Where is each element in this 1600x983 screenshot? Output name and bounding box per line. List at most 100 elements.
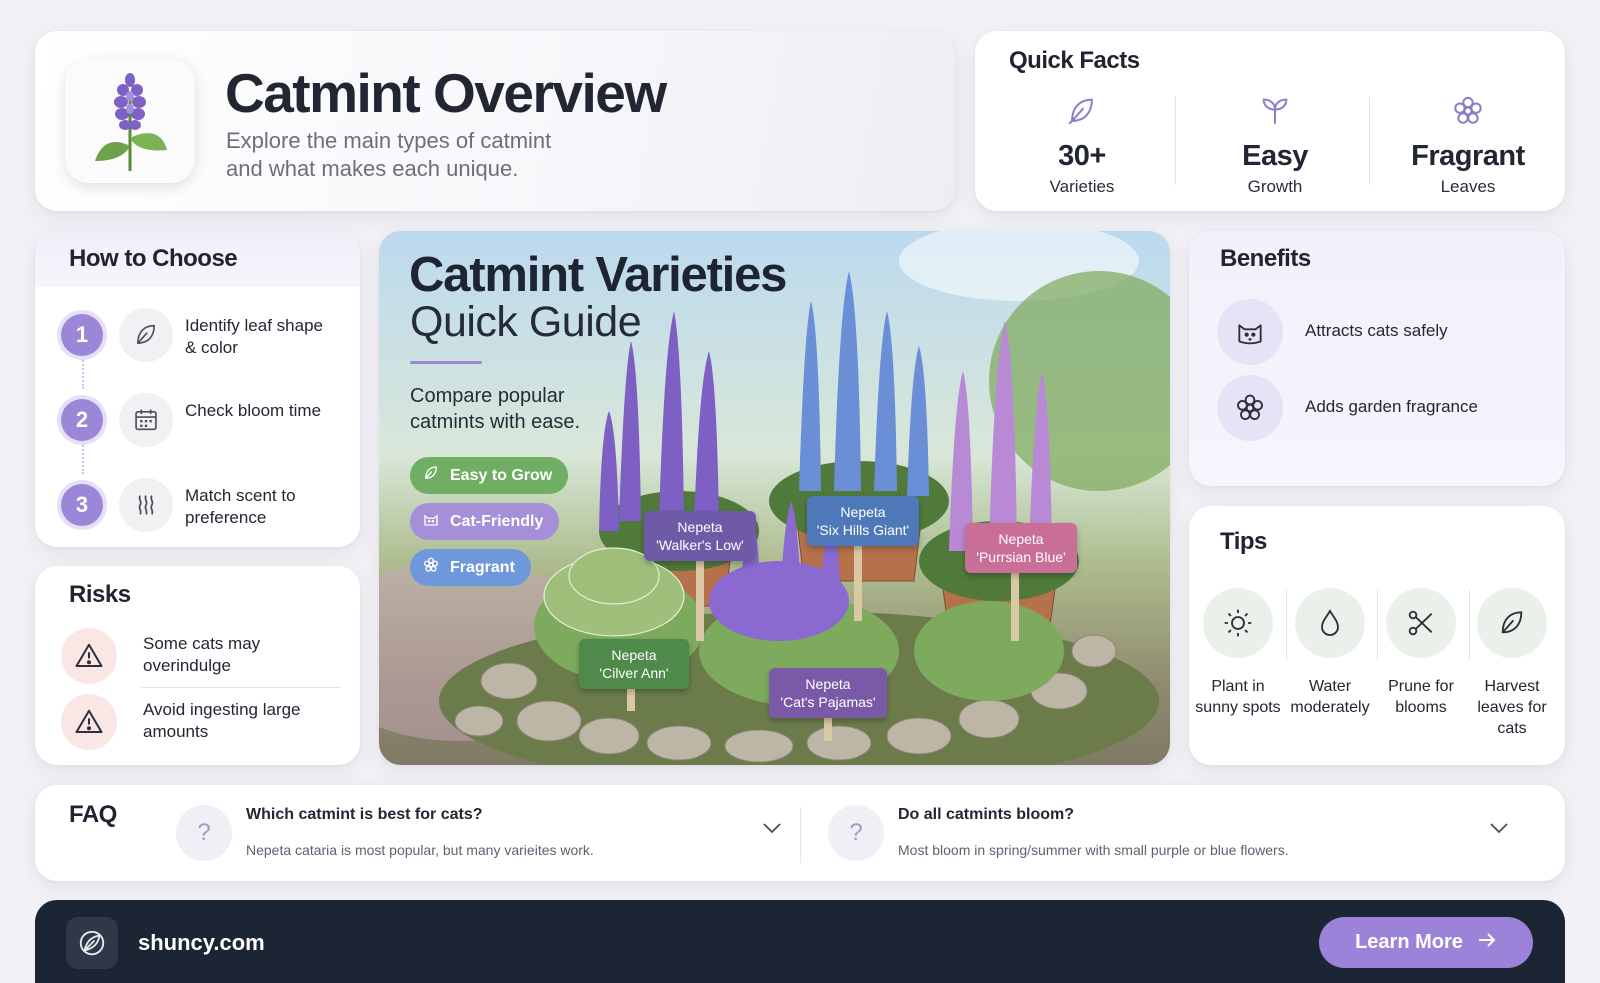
faq-card: FAQ ? Which catmint is best for cats? Ne… — [35, 785, 1565, 881]
fact-value: 30+ — [1058, 140, 1106, 172]
tips-card: Tips Plant in sunny spots Water moderate… — [1189, 506, 1565, 765]
flower-icon — [1217, 375, 1283, 441]
chevron-down-icon[interactable] — [1488, 821, 1510, 840]
faq-item[interactable]: ? Which catmint is best for cats? Nepeta… — [176, 785, 791, 881]
fact-leaves: Fragrant Leaves — [1373, 87, 1563, 197]
sprout-icon — [1180, 87, 1370, 135]
learn-more-button[interactable]: Learn More — [1319, 917, 1533, 968]
benefits-title: Benefits — [1220, 245, 1311, 272]
tip-text: Harvest leaves for cats — [1477, 678, 1547, 737]
benefit-text: Adds garden fragrance — [1305, 397, 1478, 416]
tip-item: Prune for blooms — [1375, 588, 1467, 718]
tag-line: Nepeta — [998, 531, 1044, 547]
question-icon: ? — [176, 805, 232, 861]
tag-line: 'Cat's Pajamas' — [780, 694, 876, 710]
fact-label: Varieties — [1049, 177, 1115, 196]
pill-label: Easy to Grow — [450, 466, 553, 484]
fact-value: Easy — [1242, 140, 1308, 172]
benefit-text: Attracts cats safely — [1305, 321, 1448, 340]
plant-tag-cats-pajamas: Nepeta 'Cat's Pajamas' — [769, 668, 887, 718]
fact-growth: Easy Growth — [1180, 87, 1370, 197]
tag-line: Nepeta — [611, 647, 657, 663]
site-link[interactable]: shuncy.com — [138, 930, 265, 956]
tip-item: Plant in sunny spots — [1192, 588, 1284, 718]
scent-icon — [119, 478, 173, 532]
quick-facts-card: Quick Facts 30+ Varieties Easy Growth Fr… — [975, 31, 1565, 211]
leaf-icon — [422, 464, 440, 487]
risk-text: Avoid ingesting large amounts — [143, 700, 301, 741]
hero-title: Catmint Varieties — [409, 248, 787, 302]
page-subtitle: Explore the main types of catmint and wh… — [226, 128, 552, 181]
tip-item: Water moderately — [1284, 588, 1376, 718]
leaf-icon — [987, 87, 1177, 135]
plant-tag-cilver-ann: Nepeta 'Cilver Ann' — [579, 639, 689, 689]
fact-label: Leaves — [1440, 177, 1496, 196]
tag-line: Nepeta — [805, 676, 851, 692]
divider — [800, 807, 801, 863]
faq-question: Which catmint is best for cats? — [246, 806, 483, 823]
fact-varieties: 30+ Varieties — [987, 87, 1177, 197]
pill-fragrant: Fragrant — [410, 549, 531, 586]
faq-answer: Most bloom in spring/summer with small p… — [898, 842, 1289, 858]
risks-card: Risks Some cats may overindulge Avoid in… — [35, 566, 360, 765]
sun-icon — [1203, 588, 1273, 658]
header-card: Catmint Overview Explore the main types … — [35, 31, 955, 211]
faq-item[interactable]: ? Do all catmints bloom? Most bloom in s… — [828, 785, 1538, 881]
tag-line: Nepeta — [840, 504, 886, 520]
divider — [141, 687, 341, 688]
warning-icon — [61, 694, 117, 750]
risks-title: Risks — [69, 581, 131, 608]
benefit-item: Adds garden fragrance — [1217, 375, 1547, 441]
pill-cat-friendly: Cat-Friendly — [410, 503, 560, 540]
tag-line: 'Purrsian Blue' — [976, 549, 1066, 565]
step-text: Match scent to preference — [185, 486, 296, 527]
leaf-icon — [1477, 588, 1547, 658]
fact-label: Growth — [1247, 177, 1303, 196]
fact-value: Fragrant — [1411, 140, 1525, 172]
how-to-choose-card: How to Choose 1 Identify leaf shape & co… — [35, 231, 360, 547]
catmint-flower-icon — [65, 59, 195, 183]
hero-card: Catmint Varieties Quick Guide Compare po… — [379, 231, 1170, 765]
tag-line: 'Six Hills Giant' — [816, 522, 910, 538]
tip-item: Harvest leaves for cats — [1466, 588, 1558, 739]
tip-text: Plant in sunny spots — [1195, 678, 1281, 716]
faq-answer: Nepeta cataria is most popular, but many… — [246, 842, 594, 858]
tip-text: Prune for blooms — [1388, 678, 1454, 716]
plant-tag-six-hills-giant: Nepeta 'Six Hills Giant' — [807, 496, 919, 546]
pill-label: Cat-Friendly — [450, 512, 544, 530]
accent-rule — [410, 361, 482, 364]
flower-icon — [1373, 87, 1563, 135]
question-icon: ? — [828, 805, 884, 861]
arrow-right-icon — [1477, 931, 1497, 954]
chevron-down-icon[interactable] — [761, 821, 783, 840]
how-to-choose-title: How to Choose — [69, 245, 238, 272]
water-drop-icon — [1295, 588, 1365, 658]
step-number: 2 — [61, 399, 103, 441]
faq-question: Do all catmints bloom? — [898, 806, 1075, 823]
plant-tag-walkers-low: Nepeta 'Walker's Low' — [644, 511, 756, 561]
tips-title: Tips — [1220, 528, 1267, 555]
footer: shuncy.com Learn More — [35, 900, 1565, 983]
warning-icon — [61, 628, 117, 684]
tag-line: 'Cilver Ann' — [599, 665, 669, 681]
hero-subtitle: Quick Guide — [410, 298, 642, 346]
tag-line: 'Walker's Low' — [656, 537, 744, 553]
pill-label: Fragrant — [450, 558, 515, 576]
shuncy-logo-icon — [66, 917, 118, 969]
page-title: Catmint Overview — [225, 62, 667, 124]
faq-title: FAQ — [69, 801, 117, 828]
quick-facts-title: Quick Facts — [1009, 47, 1140, 74]
divider — [1175, 97, 1176, 185]
hero-description: Compare popular catmints with ease. — [410, 385, 581, 433]
step-number: 3 — [61, 484, 103, 526]
step-item: 1 Identify leaf shape & color — [61, 304, 351, 364]
step-text: Identify leaf shape & color — [185, 316, 323, 357]
calendar-icon — [119, 393, 173, 447]
leaf-icon — [119, 308, 173, 362]
flower-icon — [422, 556, 440, 579]
benefit-item: Attracts cats safely — [1217, 299, 1547, 365]
risk-item: Some cats may overindulge — [61, 626, 351, 686]
tip-text: Water moderately — [1290, 678, 1370, 716]
tag-line: Nepeta — [677, 519, 723, 535]
step-number: 1 — [61, 314, 103, 356]
